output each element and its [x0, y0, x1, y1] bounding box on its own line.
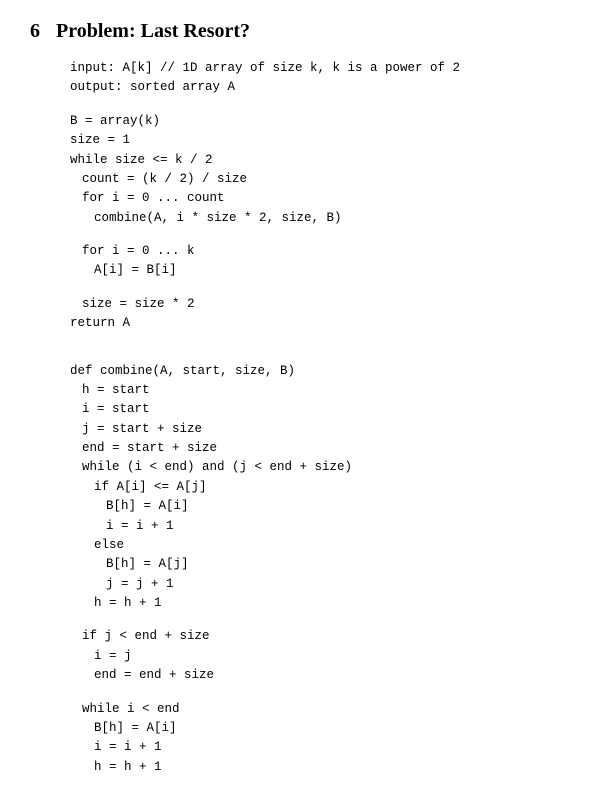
page-title: 6 Problem: Last Resort? — [30, 20, 572, 43]
combine-h-inc: h = h + 1 — [70, 594, 572, 613]
combine-while: while (i < end) and (j < end + size) — [70, 458, 572, 477]
line-count: count = (k / 2) / size — [70, 170, 572, 189]
combine-else: else — [70, 536, 572, 555]
combine-h: h = start — [70, 381, 572, 400]
combine-h-inc2: h = h + 1 — [70, 758, 572, 777]
line-size-update: size = size * 2 — [70, 295, 572, 314]
combine-if: if A[i] <= A[j] — [70, 478, 572, 497]
combine-def: def combine(A, start, size, B) — [70, 362, 572, 381]
combine-i-inc2: i = i + 1 — [70, 738, 572, 757]
combine-i-eq-j: i = j — [70, 647, 572, 666]
combine-bh-ai: B[h] = A[i] — [70, 497, 572, 516]
combine-bh-aj: B[h] = A[j] — [70, 555, 572, 574]
combine-if-j: if j < end + size — [70, 627, 572, 646]
section-number: 6 — [30, 20, 40, 43]
line-for-i-k: for i = 0 ... k — [70, 242, 572, 261]
line-assign-a: A[i] = B[i] — [70, 261, 572, 280]
combine-bh-ai2: B[h] = A[i] — [70, 719, 572, 738]
combine-j-inc: j = j + 1 — [70, 575, 572, 594]
input-desc: input: A[k] // 1D array of size k, k is … — [70, 59, 572, 78]
section-title: Problem: Last Resort? — [56, 20, 250, 43]
combine-while2: while i < end — [70, 700, 572, 719]
line-size-init: size = 1 — [70, 131, 572, 150]
line-while-size: while size <= k / 2 — [70, 151, 572, 170]
combine-i-inc: i = i + 1 — [70, 517, 572, 536]
output-desc: output: sorted array A — [70, 78, 572, 97]
combine-i: i = start — [70, 400, 572, 419]
combine-end: end = start + size — [70, 439, 572, 458]
code-area: input: A[k] // 1D array of size k, k is … — [70, 59, 572, 777]
line-for-i-count: for i = 0 ... count — [70, 189, 572, 208]
line-combine: combine(A, i * size * 2, size, B) — [70, 209, 572, 228]
page-container: 6 Problem: Last Resort? input: A[k] // 1… — [30, 20, 572, 777]
combine-j: j = start + size — [70, 420, 572, 439]
line-return: return A — [70, 314, 572, 333]
line-b-array: B = array(k) — [70, 112, 572, 131]
combine-end-update: end = end + size — [70, 666, 572, 685]
